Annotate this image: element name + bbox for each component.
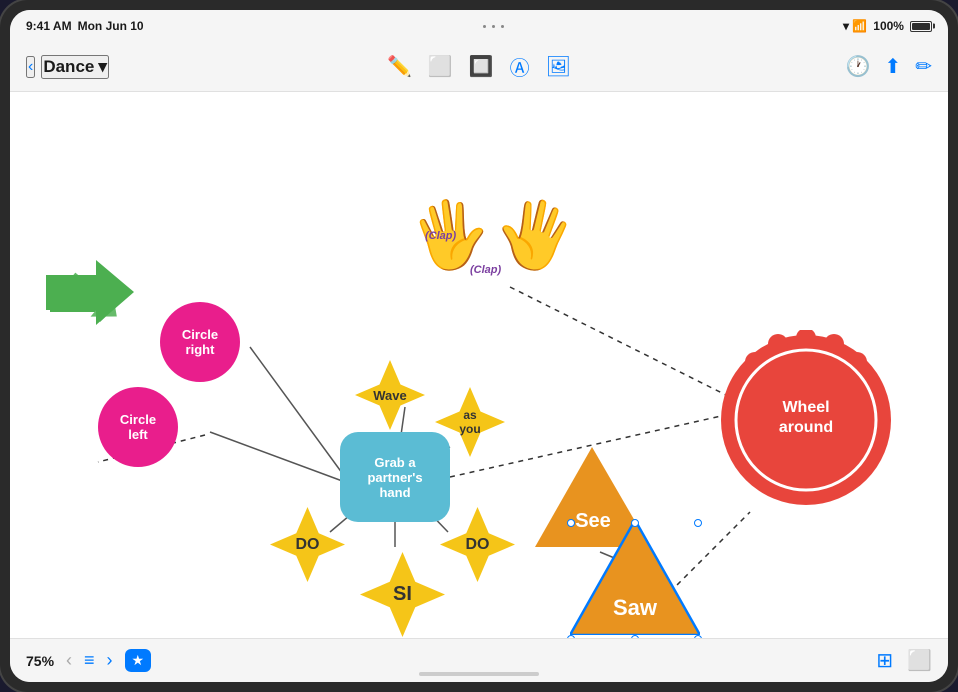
canvas[interactable]: Circleright Circleleft Grab apartner'sha…	[10, 92, 948, 638]
selection-handle-tm[interactable]	[631, 519, 639, 527]
zoom-level: 75%	[26, 653, 54, 669]
status-center	[483, 25, 504, 28]
do-right-label: DO	[466, 536, 490, 554]
history-icon[interactable]: 🕐	[846, 54, 871, 79]
fullscreen-icon[interactable]: ⬜	[907, 648, 932, 673]
center-hub-label: Grab apartner'shand	[367, 455, 422, 500]
toolbar-center: ✏️ ⬜ 🔲 Ⓐ 🖼	[257, 52, 702, 81]
svg-text:Wheel: Wheel	[782, 399, 829, 416]
do-right-shape[interactable]: DO	[440, 507, 515, 582]
svg-text:around: around	[779, 419, 833, 436]
selection-handle-tr[interactable]	[694, 519, 702, 527]
bottom-left-controls: 75% ‹ ≡ › ★	[26, 646, 151, 675]
time-display: 9:41 AM	[26, 19, 72, 33]
do-left-label: DO	[296, 536, 320, 554]
clap-label-2: (Clap)	[470, 264, 501, 276]
nav-prev-button[interactable]: ‹	[62, 646, 76, 675]
saw-triangle[interactable]: Saw	[570, 520, 700, 635]
wheel-around-svg[interactable]: Wheel around	[716, 330, 896, 510]
battery-icon	[910, 21, 932, 32]
document-title-button[interactable]: Dance ▾	[41, 55, 109, 79]
center-hub-shape[interactable]: Grab apartner'shand	[340, 432, 450, 522]
list-view-button[interactable]: ≡	[84, 650, 95, 671]
green-arrow-shape	[46, 260, 136, 325]
circle-left-shape[interactable]: Circleleft	[98, 387, 178, 467]
text-tool-icon[interactable]: Ⓐ	[510, 52, 530, 81]
pencil-tool-icon[interactable]: ✏️	[387, 54, 412, 79]
hand-right-icon: 🖐	[487, 188, 585, 282]
selection-handle-tl[interactable]	[567, 519, 575, 527]
as-you-label: asyou	[459, 408, 480, 436]
do-left-shape[interactable]: DO	[270, 507, 345, 582]
toolbar-right: 🕐 ⬆ ✏	[710, 54, 933, 79]
bottom-bar: 75% ‹ ≡ › ★ ⊞ ⬜	[10, 638, 948, 682]
arrange-icon[interactable]: ⊞	[876, 648, 893, 673]
clap-label-1: (Clap)	[425, 230, 456, 242]
selection-handle-bl[interactable]	[567, 635, 575, 638]
nav-next-button[interactable]: ›	[103, 646, 117, 675]
battery-display: 100%	[873, 19, 904, 33]
si-shape[interactable]: SI	[360, 552, 445, 637]
favorite-button[interactable]: ★	[125, 649, 152, 672]
ipad-screen: 9:41 AM Mon Jun 10 ▾ 📶 100% ‹ Dance ▾	[10, 10, 948, 682]
wifi-icon: ▾ 📶	[843, 19, 867, 33]
wave-shape[interactable]: Wave	[355, 360, 425, 430]
share-icon[interactable]: ⬆	[884, 54, 901, 79]
circle-right-shape[interactable]: Circleright	[160, 302, 240, 382]
svg-text:Saw: Saw	[613, 595, 658, 620]
status-right: ▾ 📶 100%	[843, 19, 932, 33]
back-button[interactable]: ‹	[26, 56, 35, 78]
document-title: Dance	[43, 57, 94, 77]
status-left: 9:41 AM Mon Jun 10	[26, 19, 144, 33]
date-display: Mon Jun 10	[78, 19, 144, 33]
circle-right-label: Circleright	[182, 327, 218, 357]
back-icon: ‹	[28, 58, 33, 76]
edit-icon[interactable]: ✏	[915, 54, 932, 79]
dropdown-icon: ▾	[98, 57, 107, 77]
image-tool-icon[interactable]: 🖼	[546, 54, 571, 79]
toolbar: ‹ Dance ▾ ✏️ ⬜ 🔲 Ⓐ 🖼 🕐 ⬆ ✏	[10, 42, 948, 92]
toolbar-left: ‹ Dance ▾	[26, 55, 249, 79]
wave-label: Wave	[373, 388, 406, 403]
bottom-right-controls: ⊞ ⬜	[876, 648, 932, 673]
status-bar: 9:41 AM Mon Jun 10 ▾ 📶 100%	[10, 10, 948, 42]
ipad-frame: 9:41 AM Mon Jun 10 ▾ 📶 100% ‹ Dance ▾	[0, 0, 958, 692]
selection-handle-bm[interactable]	[631, 635, 639, 638]
circle-left-label: Circleleft	[120, 412, 156, 442]
home-indicator	[419, 672, 539, 676]
select-tool-icon[interactable]: ⬜	[428, 54, 453, 79]
shapes-tool-icon[interactable]: 🔲	[469, 54, 494, 79]
selection-handle-br[interactable]	[694, 635, 702, 638]
si-label: SI	[393, 583, 412, 606]
